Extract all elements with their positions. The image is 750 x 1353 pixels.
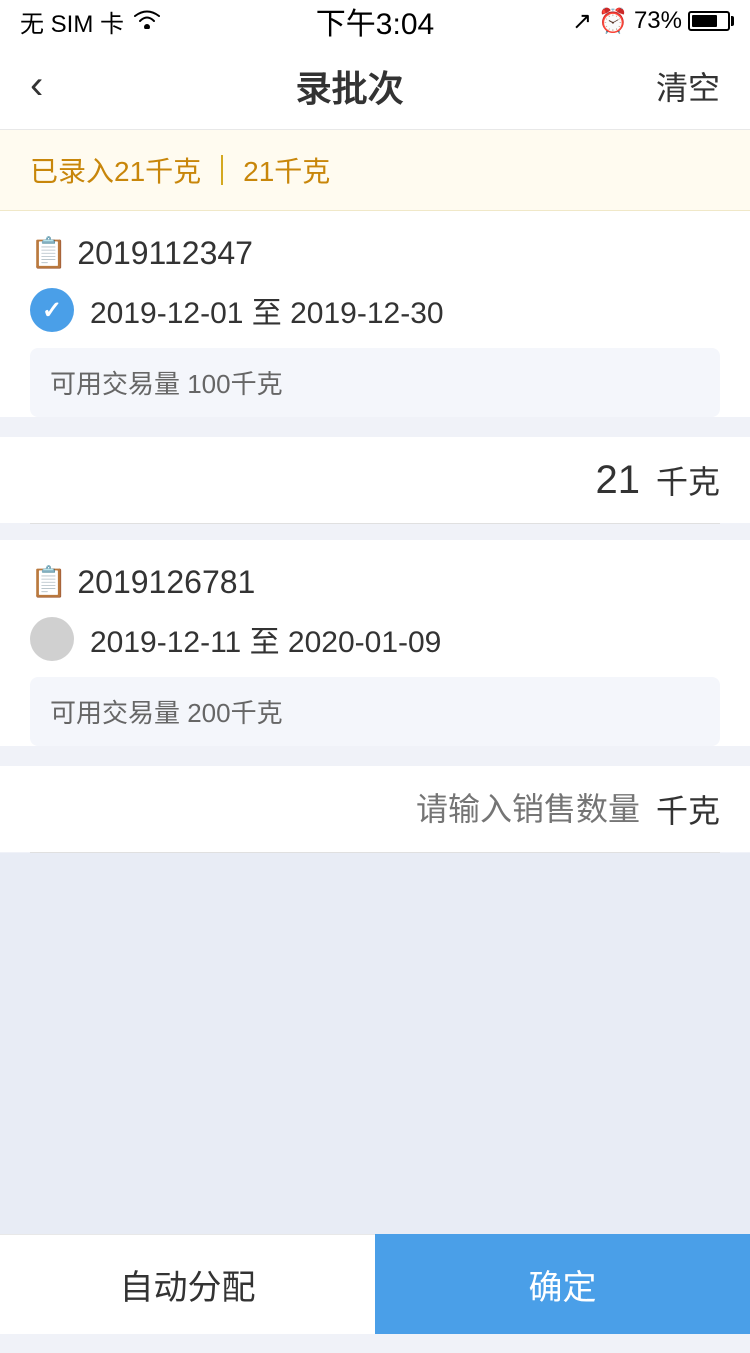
auto-distribute-label: 自动分配 (120, 1260, 256, 1309)
batch1-date-range: 2019-12-01 至 2019-12-30 (90, 288, 444, 332)
check-mark: ✓ (42, 296, 62, 325)
batch1-id: 2019112347 (77, 235, 253, 272)
quantity-input-2[interactable] (340, 791, 640, 828)
alarm-icon: ⏰ (598, 7, 628, 36)
batch1-icon: 📋 (30, 236, 67, 271)
clear-button[interactable]: 清空 (656, 63, 720, 109)
batch1-amount-row: 21 千克 (0, 437, 750, 523)
batch2-radio[interactable] (30, 617, 74, 661)
status-right: ↗ ⏰ 73% (572, 7, 730, 36)
batch1-amount-value: 21 (595, 458, 640, 503)
batch1-available: 可用交易量 100千克 (30, 348, 720, 417)
batch2-id: 2019126781 (77, 564, 255, 601)
page-title: 录批次 (296, 60, 404, 112)
batch2-input-row: 千克 (0, 766, 750, 852)
batch-item-2: 📋 2019126781 2019-12-11 至 2020-01-09 可用交… (0, 540, 750, 746)
summary-divider (221, 155, 223, 185)
batch2-available: 可用交易量 200千克 (30, 677, 720, 746)
nav-bar: ‹ 录批次 清空 (0, 42, 750, 130)
back-button[interactable]: ‹ (30, 63, 43, 108)
gray-area (0, 853, 750, 1253)
entered-text: 已录入21千克 (30, 150, 201, 190)
confirm-button[interactable]: 确定 (375, 1234, 750, 1334)
batch2-header: 📋 2019126781 (30, 564, 720, 601)
status-left: 无 SIM 卡 (20, 4, 162, 39)
confirm-label: 确定 (529, 1260, 597, 1309)
batch1-amount-unit: 千克 (656, 457, 720, 503)
content-area: 📋 2019112347 ✓ 2019-12-01 至 2019-12-30 可… (0, 211, 750, 1353)
batch1-header: 📋 2019112347 (30, 235, 720, 272)
bottom-bar: 自动分配 确定 (0, 1234, 750, 1334)
carrier-text: 无 SIM 卡 (20, 4, 124, 39)
summary-amount: 21千克 (243, 150, 330, 190)
batch-item-1: 📋 2019112347 ✓ 2019-12-01 至 2019-12-30 可… (0, 211, 750, 417)
status-time: 下午3:04 (316, 0, 434, 43)
batch2-icon: 📋 (30, 565, 67, 600)
batch1-row: ✓ 2019-12-01 至 2019-12-30 (30, 288, 720, 332)
battery-icon (688, 11, 730, 31)
card-spacer (0, 524, 750, 540)
auto-distribute-button[interactable]: 自动分配 (0, 1234, 375, 1334)
batch1-radio[interactable]: ✓ (30, 288, 74, 332)
location-icon: ↗ (572, 7, 592, 36)
status-bar: 无 SIM 卡 下午3:04 ↗ ⏰ 73% (0, 0, 750, 42)
summary-bar: 已录入21千克 21千克 (0, 130, 750, 211)
batch2-date-range: 2019-12-11 至 2020-01-09 (90, 617, 441, 661)
battery-percent: 73% (634, 7, 682, 35)
batch2-unit: 千克 (656, 786, 720, 832)
wifi-icon (132, 7, 162, 36)
batch2-row: 2019-12-11 至 2020-01-09 (30, 617, 720, 661)
